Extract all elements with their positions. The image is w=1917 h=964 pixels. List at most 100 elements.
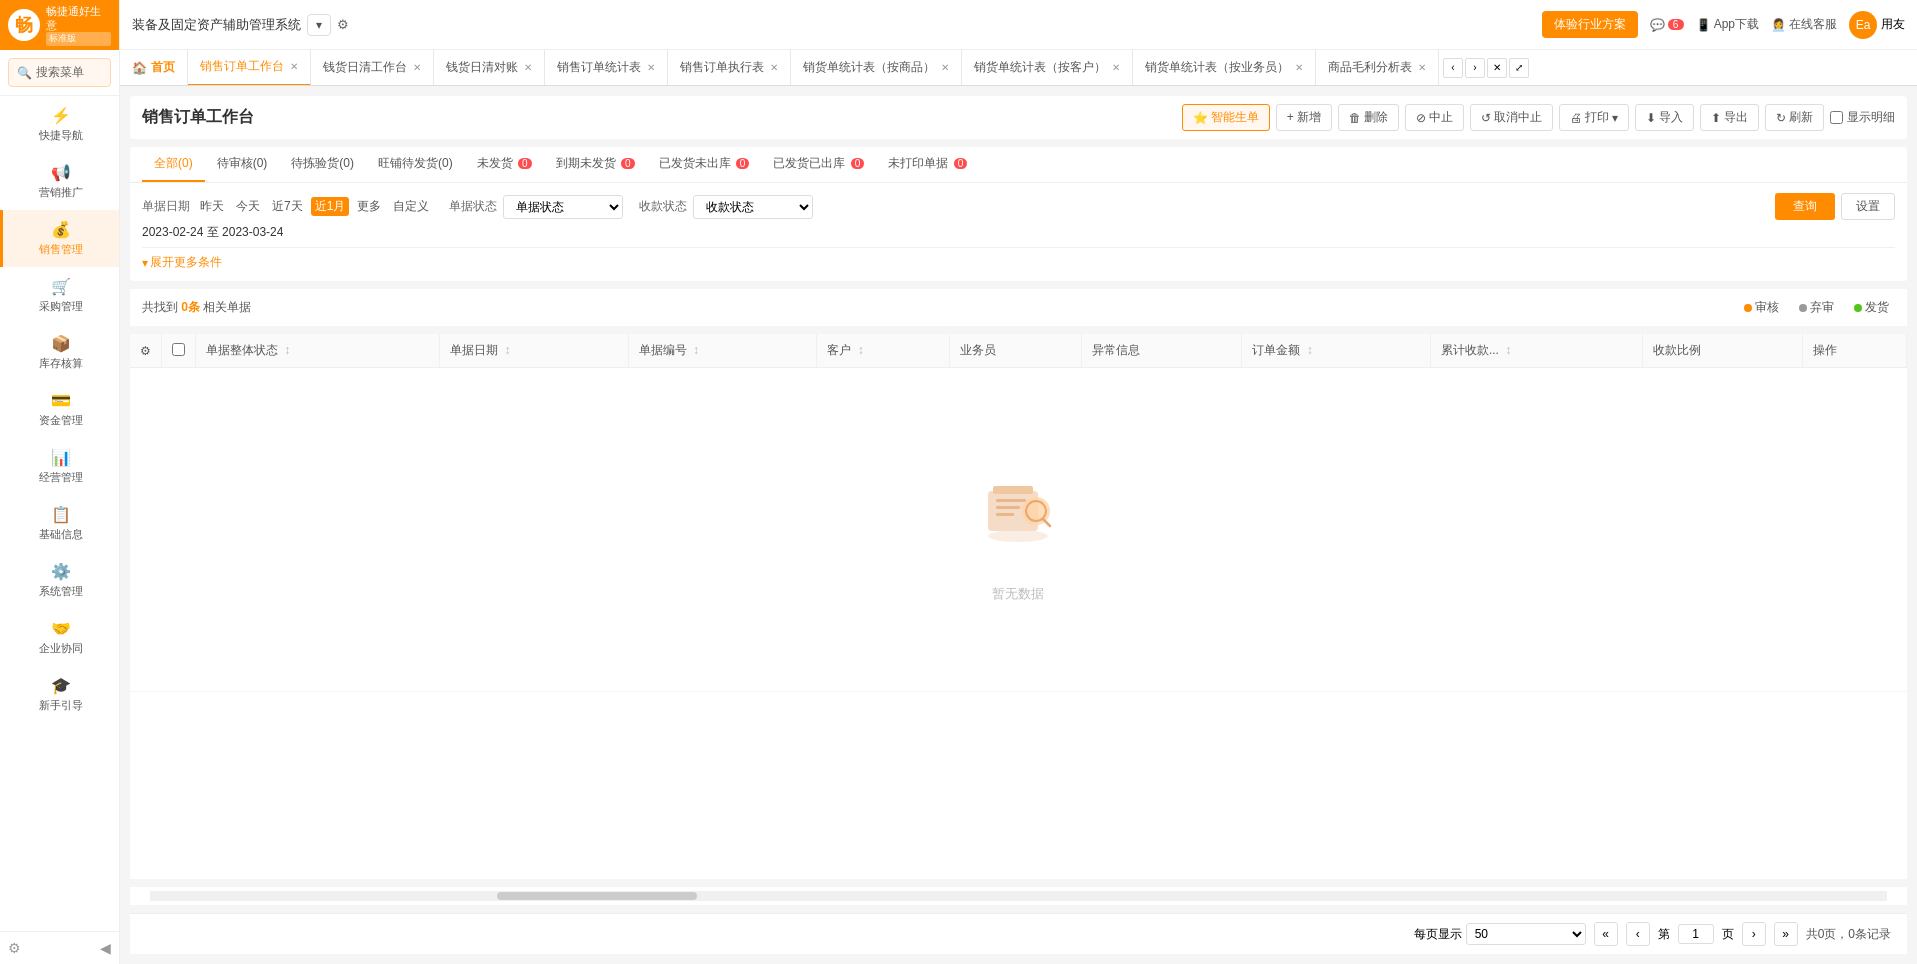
tab-sales-exec-close[interactable]: ✕ [770,62,778,73]
last-page-btn[interactable]: » [1774,922,1798,946]
tab-cash-daily-close[interactable]: ✕ [413,62,421,73]
column-settings-icon[interactable]: ⚙ [140,344,151,358]
app-download-btn[interactable]: 📱 App下载 [1696,16,1759,33]
sidebar-item-system[interactable]: ⚙️ 系统管理 [0,552,119,609]
sidebar-search-area: 🔍 搜索菜单 [0,50,119,96]
smart-gen-label: 智能生单 [1211,109,1259,126]
import-btn[interactable]: ⬇ 导入 [1635,104,1694,131]
sub-tab-expired[interactable]: 到期未发货 0 [544,147,647,182]
review-btn[interactable]: 审核 [1738,297,1785,318]
sub-tab-not-shipped[interactable]: 未发货 0 [465,147,544,182]
show-detail-checkbox[interactable] [1830,111,1843,124]
sidebar-item-enterprise[interactable]: 🤝 企业协同 [0,609,119,666]
sub-tab-all[interactable]: 全部(0) [142,147,205,182]
first-page-btn[interactable]: « [1594,922,1618,946]
tab-sales-order-close[interactable]: ✕ [290,61,298,72]
tab-sales-single-staff[interactable]: 销货单统计表（按业务员） ✕ [1133,50,1316,86]
sidebar-item-inventory[interactable]: 📦 库存核算 [0,324,119,381]
sidebar-settings-btn[interactable]: ⚙ [8,940,21,956]
next-page-btn[interactable]: › [1742,922,1766,946]
cancel-stop-btn[interactable]: ↺ 取消中止 [1470,104,1553,131]
expand-row: ▾ 展开更多条件 [142,247,1895,271]
tab-sales-single-customer-close[interactable]: ✕ [1112,62,1120,73]
tab-sales-single-product[interactable]: 销货单统计表（按商品） ✕ [791,50,962,86]
tab-prev-btn[interactable]: ‹ [1443,58,1463,78]
prev-page-btn[interactable]: ‹ [1626,922,1650,946]
message-btn[interactable]: 💬 6 [1650,18,1684,32]
tab-next-btn[interactable]: › [1465,58,1485,78]
sidebar-item-purchase[interactable]: 🛒 采购管理 [0,267,119,324]
stop-btn[interactable]: ⊘ 中止 [1405,104,1464,131]
sidebar-item-marketing[interactable]: 📢 营销推广 [0,153,119,210]
tab-cash-daily[interactable]: 钱货日清工作台 ✕ [311,50,434,86]
tab-sales-order[interactable]: 销售订单工作台 ✕ [188,50,311,86]
date-link-7days[interactable]: 近7天 [268,197,307,216]
expand-conditions-btn[interactable]: ▾ 展开更多条件 [142,254,1895,271]
system-dropdown-btn[interactable]: ▾ [307,14,331,36]
delete-icon: 🗑 [1349,111,1361,125]
tab-home[interactable]: 🏠 首页 [120,50,188,86]
sort-amount-icon[interactable]: ↕ [1307,343,1313,357]
smart-gen-btn[interactable]: ⭐ 智能生单 [1182,104,1270,131]
sidebar-item-operations[interactable]: 📊 经营管理 [0,438,119,495]
sub-tab-pending-inspect[interactable]: 待拣验货(0) [279,147,366,182]
sidebar-collapse-btn[interactable]: ◀ [100,940,111,956]
tab-gross-profit[interactable]: 商品毛利分析表 ✕ [1316,50,1439,86]
horizontal-scrollbar[interactable] [150,891,1887,901]
sort-date-icon[interactable]: ↕ [505,343,511,357]
import-label: 导入 [1659,109,1683,126]
set-btn[interactable]: 设置 [1841,193,1895,220]
refresh-btn[interactable]: ↻ 刷新 [1765,104,1824,131]
sort-customer-icon[interactable]: ↕ [858,343,864,357]
sidebar-item-basic-info[interactable]: 📋 基础信息 [0,495,119,552]
tab-sales-single-staff-close[interactable]: ✕ [1295,62,1303,73]
settings-icon-btn[interactable]: ⚙ [337,17,349,32]
sidebar-item-guide[interactable]: 🎓 新手引导 [0,666,119,723]
sort-status-icon[interactable]: ↕ [284,343,290,357]
tab-close-all-btn[interactable]: ✕ [1487,58,1507,78]
tab-cash-reconcile[interactable]: 钱货日清对账 ✕ [434,50,545,86]
scrollbar-thumb[interactable] [497,892,697,900]
tab-sales-stat[interactable]: 销售订单统计表 ✕ [545,50,668,86]
date-link-custom[interactable]: 自定义 [389,197,433,216]
page-input[interactable] [1678,924,1714,944]
filter-payment-select[interactable]: 收款状态 [693,195,813,219]
tab-expand-btn[interactable]: ⤢ [1509,58,1529,78]
online-service-btn[interactable]: 👩‍💼 在线客服 [1771,16,1837,33]
select-all-checkbox[interactable] [172,343,185,356]
per-page-select[interactable]: 10 20 50 100 [1466,923,1586,945]
sub-tab-wangpu[interactable]: 旺铺待发货(0) [366,147,465,182]
tab-sales-exec[interactable]: 销售订单执行表 ✕ [668,50,791,86]
sub-tab-pending-review[interactable]: 待审核(0) [205,147,280,182]
sub-tab-shipped-out[interactable]: 已发货已出库 0 [761,147,876,182]
tab-sales-stat-close[interactable]: ✕ [647,62,655,73]
date-link-today[interactable]: 今天 [232,197,264,216]
not-printed-badge: 0 [954,158,968,169]
sub-tab-shipped-not-out[interactable]: 已发货未出库 0 [647,147,762,182]
new-btn[interactable]: + 新增 [1276,104,1332,131]
search-menu-button[interactable]: 🔍 搜索菜单 [8,58,111,87]
sidebar-item-finance[interactable]: 💳 资金管理 [0,381,119,438]
sidebar-item-sales[interactable]: 💰 销售管理 [0,210,119,267]
export-btn[interactable]: ⬆ 导出 [1700,104,1759,131]
tab-sales-single-product-close[interactable]: ✕ [941,62,949,73]
tab-sales-single-customer[interactable]: 销货单统计表（按客户） ✕ [962,50,1133,86]
user-area[interactable]: Ea 用友 [1849,11,1905,39]
sidebar-item-quick-nav[interactable]: ⚡ 快捷导航 [0,96,119,153]
sort-number-icon[interactable]: ↕ [693,343,699,357]
tab-cash-reconcile-close[interactable]: ✕ [524,62,532,73]
sort-received-icon[interactable]: ↕ [1505,343,1511,357]
filter-status-select[interactable]: 单据状态 [503,195,623,219]
date-link-more[interactable]: 更多 [353,197,385,216]
date-link-1month[interactable]: 近1月 [311,197,350,216]
cancel-review-btn[interactable]: 弃审 [1793,297,1840,318]
page-actions: ⭐ 智能生单 + 新增 🗑 删除 ⊘ 中止 ↺ 取消中止 🖨 [1182,104,1895,131]
date-link-yesterday[interactable]: 昨天 [196,197,228,216]
ship-btn[interactable]: 发货 [1848,297,1895,318]
sub-tab-not-printed[interactable]: 未打印单据 0 [876,147,979,182]
query-btn[interactable]: 查询 [1775,193,1835,220]
delete-btn[interactable]: 🗑 删除 [1338,104,1399,131]
solution-btn[interactable]: 体验行业方案 [1542,11,1638,38]
tab-gross-profit-close[interactable]: ✕ [1418,62,1426,73]
print-btn[interactable]: 🖨 打印 ▾ [1559,104,1629,131]
